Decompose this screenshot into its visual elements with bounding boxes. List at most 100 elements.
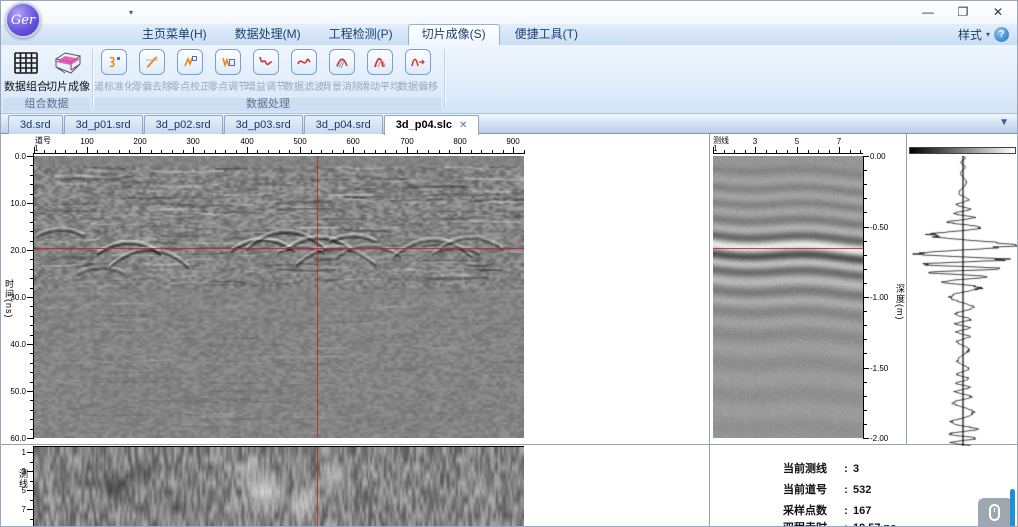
info-value: 532 <box>853 484 872 496</box>
tick-label: 60.0 <box>10 434 26 443</box>
ribbon-button-data-combine[interactable]: 数据组合 <box>4 48 48 98</box>
tick-mark <box>797 147 798 154</box>
info-value: 167 <box>853 505 872 517</box>
tab-convenient-tools[interactable]: 便捷工具(T) <box>502 24 591 45</box>
tab-engineering-detect[interactable]: 工程检测(P) <box>316 24 406 45</box>
tab-slice-imaging[interactable]: 切片成像(S) <box>407 24 500 45</box>
tick-mark <box>503 150 504 154</box>
ribbon-button-label: 道标准化 <box>94 82 134 93</box>
bscan-canvas[interactable] <box>34 156 524 438</box>
doc-tab-3d-srd[interactable]: 3d.srd <box>8 115 63 134</box>
tick-mark <box>449 150 450 154</box>
tick-mark <box>396 150 397 154</box>
lineview-canvas[interactable] <box>713 156 863 438</box>
tick-mark <box>27 509 33 510</box>
tick-mark <box>30 481 33 482</box>
tick-mark <box>97 150 98 154</box>
style-button[interactable]: 样式 <box>958 26 982 43</box>
tick-label: 7 <box>21 505 26 514</box>
doc-tab-3d-p04-srd[interactable]: 3d_p04.srd <box>303 115 383 134</box>
ribbon-tab-strip: 主页菜单(H) 数据处理(M) 工程检测(P) 切片成像(S) 便捷工具(T) <box>129 24 591 45</box>
tick-mark <box>439 150 440 154</box>
tick-mark <box>225 150 226 154</box>
zero-point-adjust-icon <box>215 49 241 75</box>
ribbon-button-data-filter[interactable]: 数据滤波 <box>284 48 324 98</box>
ribbon-button-background-remove[interactable]: 背景消除 <box>322 48 362 98</box>
ribbon-button-slice-imaging[interactable]: 切片成像 <box>46 48 90 98</box>
info-separator: : <box>844 484 848 496</box>
restore-button[interactable]: ❐ <box>946 4 980 21</box>
tick-mark <box>30 429 33 430</box>
wiggle-trace-canvas[interactable] <box>907 156 1017 446</box>
planview-canvas[interactable] <box>34 447 524 526</box>
app-logo-icon[interactable]: Ger <box>5 2 41 38</box>
tick-mark <box>151 150 152 154</box>
tick-mark <box>829 150 830 154</box>
grid-icon <box>13 48 39 78</box>
tick-mark <box>492 150 493 154</box>
ribbon-button-zero-drift-remove[interactable]: 零偏去除 <box>132 48 172 98</box>
ribbon-button-zero-point-correct[interactable]: 零点校正 <box>170 48 210 98</box>
tick-mark <box>55 150 56 154</box>
quick-access-dropdown-icon[interactable]: ▾ <box>129 8 133 17</box>
tick-mark <box>172 150 173 154</box>
tick-label: 600 <box>346 137 360 146</box>
bscan-crosshair-horizontal <box>34 248 524 249</box>
tick-label: 5 <box>794 137 800 146</box>
tick-label: 800 <box>453 137 467 146</box>
tick-mark <box>417 150 418 154</box>
doc-tab-3d-p04-slc[interactable]: 3d_p04.slc ✕ <box>383 115 480 135</box>
tick-mark <box>65 150 66 154</box>
tick-label: 200 <box>133 137 147 146</box>
planview-crosshair-vertical <box>317 447 318 526</box>
help-icon[interactable]: ? <box>994 27 1009 42</box>
ribbon-button-moving-average[interactable]: 滑动平均 <box>360 48 400 98</box>
tick-mark <box>193 147 194 154</box>
doc-tab-3d-p03-srd[interactable]: 3d_p03.srd <box>223 115 303 134</box>
trace-normalize-icon <box>101 49 127 75</box>
ribbon-button-zero-point-adjust[interactable]: 零点调节 <box>208 48 248 98</box>
tick-label: 40.0 <box>10 340 26 349</box>
tick-mark <box>27 156 33 157</box>
ribbon-group-separator <box>444 49 446 107</box>
doc-tab-3d-p01-srd[interactable]: 3d_p01.srd <box>63 115 143 134</box>
tick-mark <box>30 231 33 232</box>
tick-mark <box>375 150 376 154</box>
tab-close-icon[interactable]: ✕ <box>459 120 467 131</box>
tab-data-processing[interactable]: 数据处理(M) <box>222 24 314 45</box>
tick-mark <box>30 325 33 326</box>
tick-mark <box>30 372 33 373</box>
tab-home-menu[interactable]: 主页菜单(H) <box>129 24 220 45</box>
ribbon-group-label: 组合数据 <box>3 98 90 111</box>
ribbon-group-data-processing: 道标准化 零偏去除 零点校正 零点调节 增益调节 数据滤波 背景消除 滑动平均 … <box>94 46 441 111</box>
ribbon-button-data-shift[interactable]: 数据偏移 <box>398 48 438 98</box>
tick-mark <box>119 150 120 154</box>
tick-mark <box>30 419 33 420</box>
minimize-button[interactable]: — <box>911 4 945 21</box>
close-button[interactable]: ✕ <box>981 4 1015 21</box>
tick-mark <box>776 150 777 154</box>
tab-overflow-icon[interactable]: ▼ <box>999 117 1009 128</box>
ribbon-button-gain-adjust[interactable]: 增益调节 <box>246 48 286 98</box>
tick-mark <box>864 184 867 185</box>
tick-mark <box>27 344 33 345</box>
info-label: 采样点数 <box>783 505 827 517</box>
mouse-overlay-icon[interactable] <box>978 498 1013 526</box>
tick-mark <box>30 363 33 364</box>
tick-label: 0.00 <box>870 152 886 161</box>
tick-mark <box>864 410 867 411</box>
tick-mark <box>27 203 33 204</box>
style-dropdown-icon[interactable]: ▾ <box>986 30 990 39</box>
tick-mark <box>864 198 867 199</box>
ribbon-button-label: 零点校正 <box>170 82 210 93</box>
tick-mark <box>850 150 851 154</box>
tick-mark <box>864 269 867 270</box>
tick-mark <box>864 283 867 284</box>
doc-tab-3d-p02-srd[interactable]: 3d_p02.srd <box>143 115 223 134</box>
grayscale-colorbar <box>909 147 1016 154</box>
tick-label: 7 <box>836 137 842 146</box>
ribbon-button-label: 滑动平均 <box>360 82 400 93</box>
logo-text: Ger <box>10 12 36 28</box>
ribbon-button-trace-normalize[interactable]: 道标准化 <box>94 48 134 98</box>
tick-mark <box>27 490 33 491</box>
